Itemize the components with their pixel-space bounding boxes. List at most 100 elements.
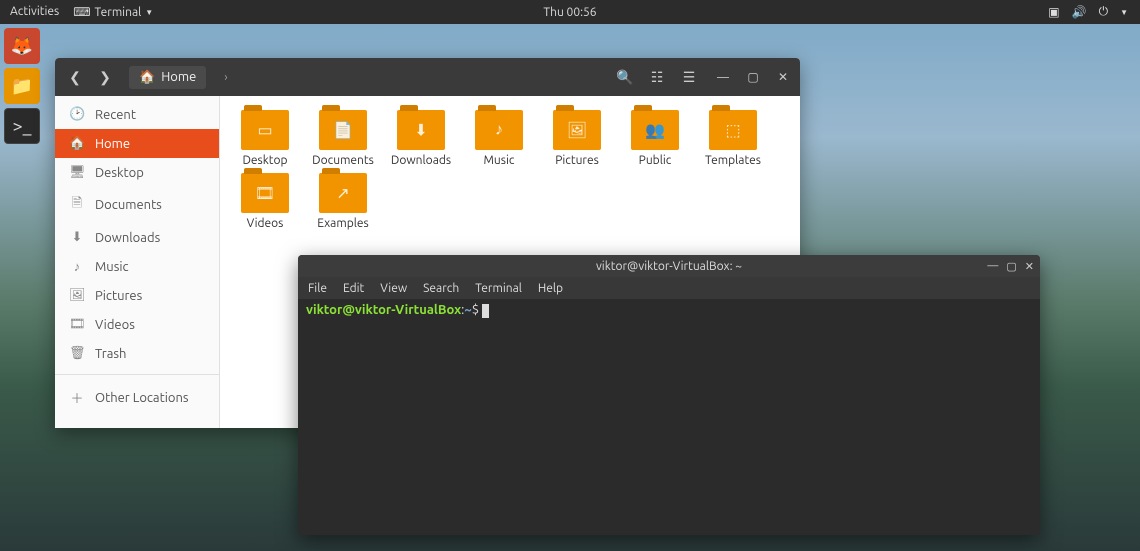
close-button[interactable]: ✕: [1025, 260, 1034, 273]
menu-view[interactable]: View: [380, 282, 407, 295]
path-label: Home: [161, 70, 196, 84]
app-menu[interactable]: ⌨ Terminal ▼: [73, 5, 153, 19]
folder-icon: 👥: [631, 110, 679, 150]
sidebar-item-label: Downloads: [95, 231, 160, 245]
sidebar-item-trash[interactable]: 🗑Trash: [55, 339, 219, 368]
volume-icon[interactable]: 🔊: [1072, 5, 1087, 19]
folder-label: Music: [484, 154, 515, 167]
sidebar-item-downloads[interactable]: ⬇ Downloads: [55, 223, 219, 252]
sidebar-item-label: Desktop: [95, 166, 144, 180]
search-button[interactable]: 🔍: [612, 64, 638, 90]
terminal-title: viktor@viktor-VirtualBox: ~: [596, 260, 742, 273]
folder-templates[interactable]: ⬚ Templates: [696, 110, 770, 167]
menu-terminal[interactable]: Terminal: [475, 282, 522, 295]
video-icon: 🎞: [69, 317, 85, 332]
home-icon: 🏠: [139, 70, 155, 85]
folder-documents[interactable]: 📄 Documents: [306, 110, 380, 167]
chevron-down-icon[interactable]: ▼: [1120, 8, 1128, 17]
power-icon[interactable]: ⏻: [1099, 5, 1109, 19]
folder-label: Desktop: [242, 154, 287, 167]
terminal-cursor: [482, 304, 489, 318]
prompt-user: viktor@viktor-VirtualBox: [306, 303, 461, 317]
sidebar-item-videos[interactable]: 🎞 Videos: [55, 310, 219, 339]
folder-pictures[interactable]: 🖼Pictures: [540, 110, 614, 167]
activities-button[interactable]: Activities: [10, 5, 59, 19]
sidebar-item-label: Music: [95, 260, 129, 274]
app-menu-label: Terminal: [95, 6, 142, 19]
sidebar-item-label: Documents: [95, 198, 162, 212]
terminal-titlebar[interactable]: viktor@viktor-VirtualBox: ~ — ▢ ✕: [298, 255, 1040, 277]
sidebar-item-music[interactable]: ♪ Music: [55, 252, 219, 281]
music-icon: ♪: [69, 259, 85, 274]
dock-terminal[interactable]: >_: [4, 108, 40, 144]
close-button[interactable]: ✕: [774, 68, 792, 86]
clock-icon: 🕑: [69, 107, 85, 122]
trash-icon: 🗑: [69, 346, 85, 361]
download-icon: ⬇: [69, 230, 85, 245]
menu-button[interactable]: ☰: [676, 64, 702, 90]
list-view-button[interactable]: ☷: [644, 64, 670, 90]
folder-label: Public: [639, 154, 672, 167]
sidebar-item-label: Videos: [95, 318, 135, 332]
folder-public[interactable]: 👥 Public: [618, 110, 692, 167]
prompt-symbol: $: [472, 303, 479, 317]
home-icon: 🏠: [69, 136, 85, 151]
folder-videos[interactable]: 🎞 Videos: [228, 173, 302, 230]
folder-label: Templates: [705, 154, 761, 167]
gnome-topbar: Activities ⌨ Terminal ▼ Thu 00:56 ▣ 🔊 ⏻ …: [0, 0, 1140, 24]
menu-search[interactable]: Search: [423, 282, 459, 295]
folder-label: Examples: [317, 217, 368, 230]
maximize-button[interactable]: ▢: [1006, 260, 1016, 273]
folder-label: Downloads: [391, 154, 451, 167]
sidebar-item-recent[interactable]: 🕑 Recent: [55, 100, 219, 129]
forward-button[interactable]: ❯: [93, 65, 117, 89]
prompt-path: ~: [464, 303, 471, 317]
folder-icon: ♪: [475, 110, 523, 150]
desktop-icon: 🖥: [69, 165, 85, 180]
clock[interactable]: Thu 00:56: [543, 6, 596, 19]
folder-icon: ↗: [319, 173, 367, 213]
sidebar-separator: [55, 374, 219, 375]
minimize-button[interactable]: —: [714, 68, 732, 86]
minimize-button[interactable]: —: [987, 260, 998, 273]
dock-files[interactable]: 📁: [4, 68, 40, 104]
sidebar-item-documents[interactable]: 🗎 Documents: [55, 187, 219, 223]
terminal-body[interactable]: viktor@viktor-VirtualBox:~$: [298, 299, 1040, 535]
sidebar-item-desktop[interactable]: 🖥 Desktop: [55, 158, 219, 187]
folder-icon: 🎞: [241, 173, 289, 213]
folder-icon: ▭: [241, 110, 289, 150]
folder-label: Videos: [247, 217, 284, 230]
terminal-icon: ⌨: [73, 5, 90, 19]
folder-icon: ⬇: [397, 110, 445, 150]
folder-label: Documents: [312, 154, 374, 167]
sidebar-item-home[interactable]: 🏠 Home: [55, 129, 219, 158]
folder-music[interactable]: ♪ Music: [462, 110, 536, 167]
folder-desktop[interactable]: ▭ Desktop: [228, 110, 302, 167]
sidebar-item-other-locations[interactable]: ＋Other Locations: [55, 381, 219, 414]
sidebar-item-label: Home: [95, 137, 130, 151]
document-icon: 🗎: [69, 194, 85, 216]
back-button[interactable]: ❮: [63, 65, 87, 89]
sidebar-item-label: Other Locations: [95, 391, 189, 405]
sidebar-item-pictures[interactable]: 🖼 Pictures: [55, 281, 219, 310]
path-bar[interactable]: 🏠 Home: [129, 66, 206, 89]
chevron-right-icon: ›: [224, 71, 227, 84]
menu-file[interactable]: File: [308, 282, 327, 295]
sidebar-item-label: Recent: [95, 108, 136, 122]
folder-downloads[interactable]: ⬇ Downloads: [384, 110, 458, 167]
maximize-button[interactable]: ▢: [744, 68, 762, 86]
folder-icon: 📄: [319, 110, 367, 150]
files-sidebar: 🕑 Recent 🏠 Home 🖥 Desktop 🗎 Documents ⬇ Downl…: [55, 96, 220, 428]
dock: 🦊 📁 >_: [4, 28, 40, 144]
sidebar-item-label: Pictures: [95, 289, 142, 303]
picture-icon: 🖼: [69, 288, 85, 303]
folder-examples[interactable]: ↗ Examples: [306, 173, 380, 230]
screen-icon[interactable]: ▣: [1048, 5, 1059, 19]
folder-icon: 🖼: [553, 110, 601, 150]
folder-icon: ⬚: [709, 110, 757, 150]
menu-edit[interactable]: Edit: [343, 282, 364, 295]
chevron-down-icon: ▼: [145, 8, 153, 17]
terminal-menubar: File Edit View Search Terminal Help: [298, 277, 1040, 299]
dock-firefox[interactable]: 🦊: [4, 28, 40, 64]
menu-help[interactable]: Help: [538, 282, 563, 295]
